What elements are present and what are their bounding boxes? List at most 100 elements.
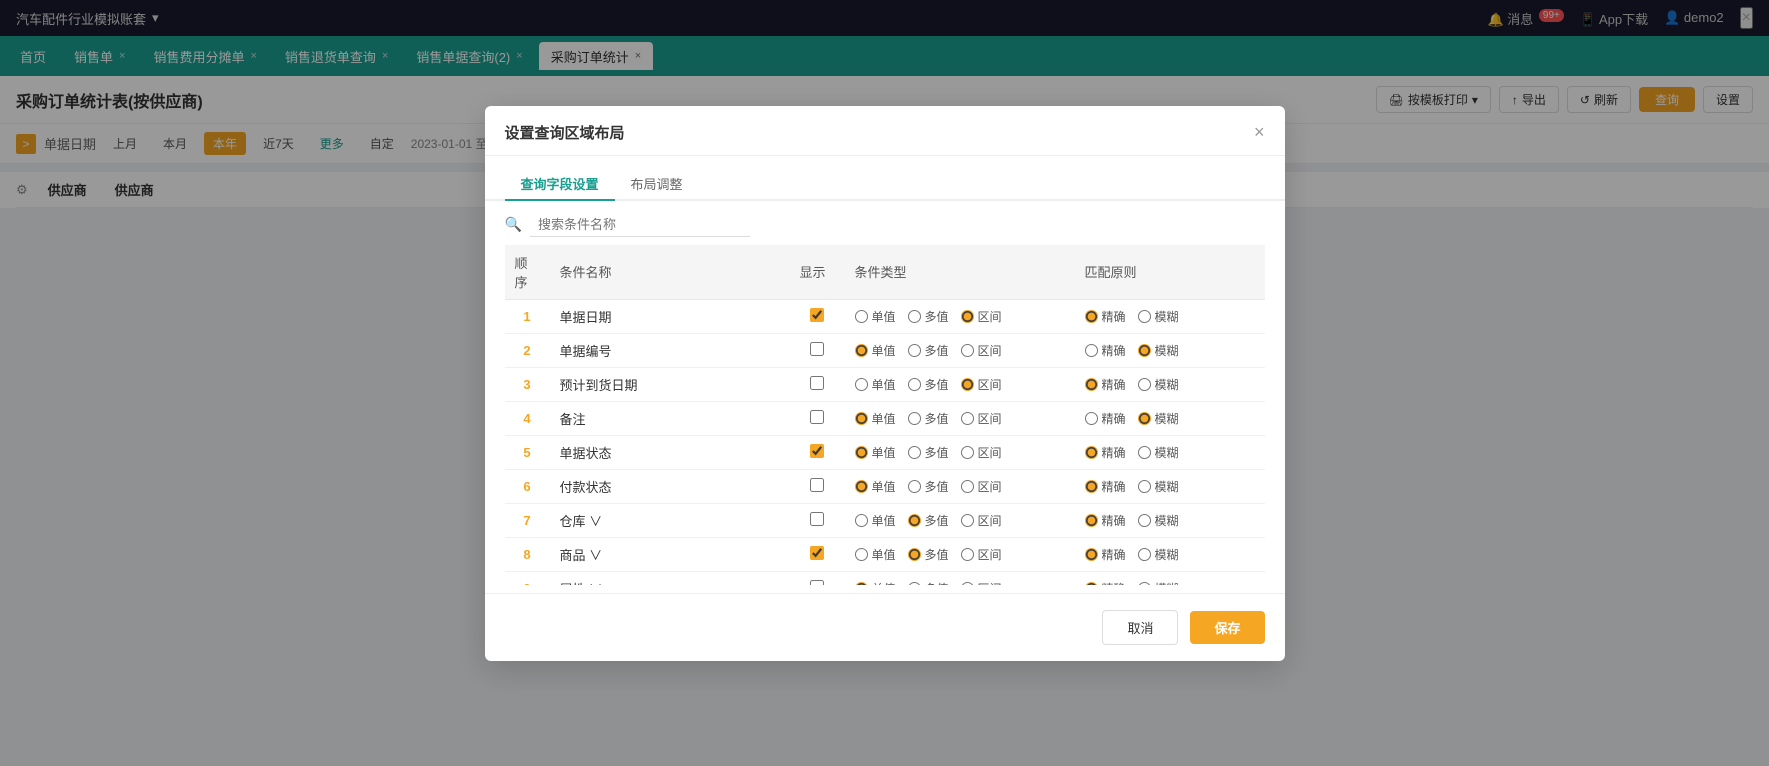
cancel-button[interactable]: 取消	[1102, 610, 1178, 645]
row-rule-cell: 精确模糊	[1075, 503, 1265, 537]
type-radio-多值[interactable]	[908, 446, 921, 459]
type-radio-区间[interactable]	[961, 412, 974, 425]
rule-radio-精确[interactable]	[1085, 548, 1098, 561]
search-icon: 🔍	[505, 216, 522, 233]
rule-radio-label: 模糊	[1155, 546, 1179, 563]
display-checkbox[interactable]	[810, 478, 824, 492]
row-condition-name: 预计到货日期	[550, 367, 790, 401]
rule-radio-label: 模糊	[1155, 512, 1179, 529]
rule-radio-label: 精确	[1102, 478, 1126, 495]
search-input[interactable]	[530, 213, 750, 237]
type-radio-区间[interactable]	[961, 582, 974, 585]
row-type-cell: 单值多值区间	[845, 435, 1075, 469]
type-radio-label: 单值	[872, 546, 896, 563]
rule-radio-精确[interactable]	[1085, 582, 1098, 585]
rule-radio-精确[interactable]	[1085, 378, 1098, 391]
rule-radio-模糊[interactable]	[1138, 514, 1151, 527]
conditions-table: 顺序 条件名称 显示 条件类型 匹配原则 1单据日期单值多值区间精确模糊2单据编…	[505, 245, 1265, 585]
display-checkbox[interactable]	[810, 580, 824, 585]
rule-radio-模糊[interactable]	[1138, 310, 1151, 323]
row-rule-cell: 精确模糊	[1075, 435, 1265, 469]
rule-radio-精确[interactable]	[1085, 344, 1098, 357]
modal-tab-fields[interactable]: 查询字段设置	[505, 168, 615, 201]
row-num: 8	[505, 537, 550, 571]
col-display: 显示	[790, 245, 845, 300]
type-radio-多值[interactable]	[908, 514, 921, 527]
type-radio-单值[interactable]	[855, 514, 868, 527]
type-radio-多值[interactable]	[908, 310, 921, 323]
rule-radio-模糊[interactable]	[1138, 480, 1151, 493]
type-radio-单值[interactable]	[855, 548, 868, 561]
rule-radio-模糊[interactable]	[1138, 344, 1151, 357]
type-radio-多值[interactable]	[908, 480, 921, 493]
type-radio-区间[interactable]	[961, 514, 974, 527]
row-display-cell	[790, 333, 845, 367]
row-num: 9	[505, 571, 550, 585]
type-radio-区间[interactable]	[961, 310, 974, 323]
row-condition-name: 付款状态	[550, 469, 790, 503]
table-row: 1单据日期单值多值区间精确模糊	[505, 299, 1265, 333]
row-type-cell: 单值多值区间	[845, 503, 1075, 537]
row-type-cell: 单值多值区间	[845, 469, 1075, 503]
rule-radio-label: 精确	[1102, 580, 1126, 585]
type-radio-label: 多值	[925, 410, 949, 427]
type-radio-单值[interactable]	[855, 446, 868, 459]
table-row: 4备注单值多值区间精确模糊	[505, 401, 1265, 435]
type-radio-单值[interactable]	[855, 480, 868, 493]
save-button[interactable]: 保存	[1190, 611, 1264, 644]
modal-table-scroll[interactable]: 顺序 条件名称 显示 条件类型 匹配原则 1单据日期单值多值区间精确模糊2单据编…	[505, 245, 1265, 585]
type-radio-区间[interactable]	[961, 480, 974, 493]
rule-radio-label: 精确	[1102, 342, 1126, 359]
type-radio-label: 单值	[872, 376, 896, 393]
row-num: 3	[505, 367, 550, 401]
table-row: 2单据编号单值多值区间精确模糊	[505, 333, 1265, 367]
display-checkbox[interactable]	[810, 308, 824, 322]
display-checkbox[interactable]	[810, 546, 824, 560]
type-radio-label: 多值	[925, 308, 949, 325]
display-checkbox[interactable]	[810, 512, 824, 526]
type-radio-label: 区间	[978, 444, 1002, 461]
modal-close-button[interactable]: ×	[1254, 122, 1265, 143]
row-rule-cell: 精确模糊	[1075, 401, 1265, 435]
type-radio-单值[interactable]	[855, 412, 868, 425]
rule-radio-label: 模糊	[1155, 410, 1179, 427]
display-checkbox[interactable]	[810, 376, 824, 390]
display-checkbox[interactable]	[810, 444, 824, 458]
type-radio-多值[interactable]	[908, 412, 921, 425]
modal-overlay: 设置查询区域布局 × 查询字段设置 布局调整 🔍 顺序	[0, 0, 1769, 766]
rule-radio-精确[interactable]	[1085, 514, 1098, 527]
type-radio-单值[interactable]	[855, 378, 868, 391]
row-rule-cell: 精确模糊	[1075, 537, 1265, 571]
type-radio-单值[interactable]	[855, 344, 868, 357]
type-radio-多值[interactable]	[908, 378, 921, 391]
rule-radio-模糊[interactable]	[1138, 548, 1151, 561]
type-radio-区间[interactable]	[961, 548, 974, 561]
type-radio-label: 单值	[872, 342, 896, 359]
type-radio-label: 多值	[925, 376, 949, 393]
type-radio-单值[interactable]	[855, 310, 868, 323]
type-radio-区间[interactable]	[961, 378, 974, 391]
row-display-cell	[790, 401, 845, 435]
type-radio-单值[interactable]	[855, 582, 868, 585]
rule-radio-模糊[interactable]	[1138, 412, 1151, 425]
rule-radio-模糊[interactable]	[1138, 582, 1151, 585]
type-radio-多值[interactable]	[908, 548, 921, 561]
rule-radio-模糊[interactable]	[1138, 446, 1151, 459]
type-radio-多值[interactable]	[908, 344, 921, 357]
type-radio-label: 多值	[925, 444, 949, 461]
row-num: 7	[505, 503, 550, 537]
display-checkbox[interactable]	[810, 342, 824, 356]
rule-radio-精确[interactable]	[1085, 480, 1098, 493]
rule-radio-精确[interactable]	[1085, 446, 1098, 459]
modal-tab-layout[interactable]: 布局调整	[615, 168, 699, 201]
display-checkbox[interactable]	[810, 410, 824, 424]
type-radio-多值[interactable]	[908, 582, 921, 585]
type-radio-label: 多值	[925, 478, 949, 495]
rule-radio-精确[interactable]	[1085, 310, 1098, 323]
rule-radio-精确[interactable]	[1085, 412, 1098, 425]
type-radio-区间[interactable]	[961, 344, 974, 357]
rule-radio-模糊[interactable]	[1138, 378, 1151, 391]
row-display-cell	[790, 299, 845, 333]
type-radio-区间[interactable]	[961, 446, 974, 459]
col-order: 顺序	[505, 245, 550, 300]
